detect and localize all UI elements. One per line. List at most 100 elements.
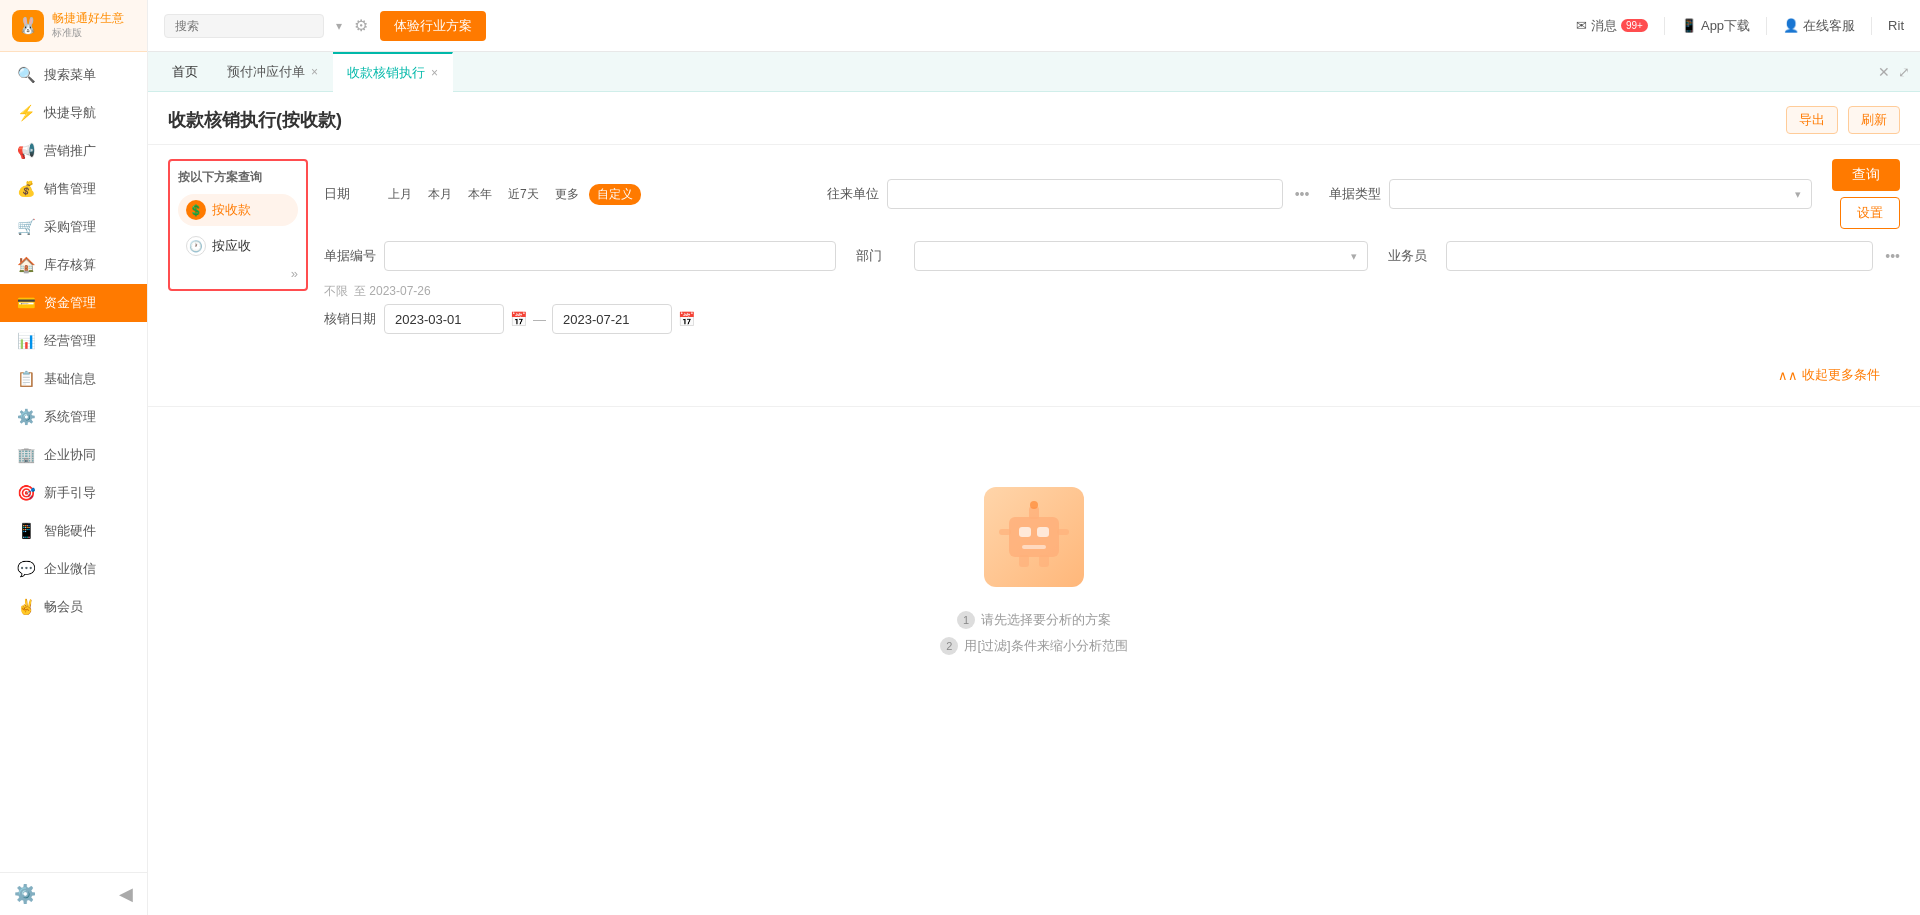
filter-collapse-btn[interactable]: » — [178, 266, 298, 281]
app-icon: 📱 — [1681, 18, 1697, 33]
filter-receipt-icon: 💲 — [186, 200, 206, 220]
sidebar-label-sales: 销售管理 — [44, 180, 96, 198]
tab-expand-icon[interactable]: ⤢ — [1898, 64, 1910, 80]
sidebar-item-operations[interactable]: 📊 经营管理 — [0, 322, 147, 360]
sidebar-item-system[interactable]: ⚙️ 系统管理 — [0, 398, 147, 436]
sidebar-item-purchase[interactable]: 🛒 采购管理 — [0, 208, 147, 246]
verify-date-end-input[interactable] — [552, 304, 672, 334]
messages-label: 消息 — [1591, 17, 1617, 35]
more-date-btn[interactable]: 更多 — [549, 184, 585, 205]
topbar-gear-icon[interactable]: ⚙ — [354, 16, 368, 35]
industry-solution-button[interactable]: 体验行业方案 — [380, 11, 486, 41]
tab-home-label: 首页 — [172, 63, 198, 81]
sidebar-label-marketing: 营销推广 — [44, 142, 96, 160]
sidebar-item-quick-nav[interactable]: ⚡ 快捷导航 — [0, 94, 147, 132]
tab-close-all-icon[interactable]: ✕ — [1878, 64, 1890, 80]
sidebar-bottom: ⚙️ ◀ — [0, 872, 147, 915]
dept-arrow-icon: ▾ — [1351, 250, 1357, 263]
verify-end-cal-icon[interactable]: 📅 — [678, 311, 695, 327]
doctype-select[interactable]: ▾ — [1389, 179, 1812, 209]
date-unlimited-text: 不限 — [324, 283, 348, 300]
staff-more-icon[interactable]: ••• — [1885, 248, 1900, 264]
setting-button[interactable]: 设置 — [1840, 197, 1900, 229]
staff-field: 业务员 ••• — [1388, 241, 1900, 271]
collapse-more-conditions[interactable]: ∧∧ 收起更多条件 — [324, 362, 1900, 392]
sidebar-item-finance[interactable]: 💳 资金管理 — [0, 284, 147, 322]
date-quick-buttons: 上月 本月 本年 近7天 更多 自定义 — [382, 184, 641, 205]
sidebar-item-member[interactable]: ✌️ 畅会员 — [0, 588, 147, 626]
svg-rect-9 — [1039, 555, 1049, 567]
sidebar-item-inventory[interactable]: 🏠 库存核算 — [0, 246, 147, 284]
export-button[interactable]: 导出 — [1786, 106, 1838, 134]
sidebar-nav: 🔍 搜索菜单 ⚡ 快捷导航 📢 营销推广 💰 销售管理 🛒 采购管理 🏠 库存核… — [0, 52, 147, 872]
online-service-button[interactable]: 👤 在线客服 — [1783, 17, 1855, 35]
party-more-icon[interactable]: ••• — [1295, 186, 1310, 202]
date-range-sep: — — [533, 312, 546, 327]
custom-date-btn[interactable]: 自定义 — [589, 184, 641, 205]
query-button[interactable]: 查询 — [1832, 159, 1900, 191]
filter-by-receipt[interactable]: 💲 按收款 — [178, 194, 298, 226]
tab-prepay[interactable]: 预付冲应付单 × — [213, 52, 333, 92]
tab-home[interactable]: 首页 — [158, 52, 213, 92]
tab-receipt-close[interactable]: × — [431, 66, 438, 80]
sidebar-label-quick-nav: 快捷导航 — [44, 104, 96, 122]
empty-robot-illustration — [984, 487, 1084, 587]
staff-input[interactable] — [1446, 241, 1873, 271]
sidebar-label-member: 畅会员 — [44, 598, 83, 616]
sidebar-item-base-info[interactable]: 📋 基础信息 — [0, 360, 147, 398]
sidebar-label-search: 搜索菜单 — [44, 66, 96, 84]
last-7days-btn[interactable]: 近7天 — [502, 184, 545, 205]
sidebar-item-wechat[interactable]: 💬 企业微信 — [0, 550, 147, 588]
date-field: 日期 上月 本月 本年 近7天 更多 自定义 — [324, 184, 807, 205]
sidebar-label-base-info: 基础信息 — [44, 370, 96, 388]
search-section: 按以下方案查询 💲 按收款 🕐 按应收 » — [148, 145, 1920, 407]
sidebar-item-enterprise[interactable]: 🏢 企业协同 — [0, 436, 147, 474]
sidebar-settings-icon[interactable]: ⚙️ — [14, 883, 36, 905]
sidebar-item-smart-hw[interactable]: 📱 智能硬件 — [0, 512, 147, 550]
sidebar-icon-search: 🔍 — [16, 65, 36, 85]
tabs-bar: 首页 预付冲应付单 × 收款核销执行 × ✕ ⤢ — [148, 52, 1920, 92]
filter-by-receivable[interactable]: 🕐 按应收 — [178, 230, 298, 262]
sidebar-icon-marketing: 📢 — [16, 141, 36, 161]
sidebar-label-guide: 新手引导 — [44, 484, 96, 502]
docnum-input[interactable] — [384, 241, 836, 271]
topbar-chevron-icon[interactable]: ▾ — [336, 19, 342, 33]
topbar-search-input[interactable] — [164, 14, 324, 38]
this-year-btn[interactable]: 本年 — [462, 184, 498, 205]
refresh-button[interactable]: 刷新 — [1848, 106, 1900, 134]
form-action-col: 查询 设置 — [1832, 159, 1900, 229]
dept-label: 部门 — [856, 247, 906, 265]
this-month-btn[interactable]: 本月 — [422, 184, 458, 205]
tab-receipt-offset[interactable]: 收款核销执行 × — [333, 52, 453, 92]
doctype-arrow-icon: ▾ — [1795, 188, 1801, 201]
doctype-field: 单据类型 ▾ — [1329, 179, 1812, 209]
tab-prepay-close[interactable]: × — [311, 65, 318, 79]
dept-select[interactable]: ▾ — [914, 241, 1368, 271]
party-input[interactable] — [887, 179, 1283, 209]
filter-receipt-label: 按收款 — [212, 201, 251, 219]
app-download-button[interactable]: 📱 App下载 — [1681, 17, 1750, 35]
sidebar-item-marketing[interactable]: 📢 营销推广 — [0, 132, 147, 170]
tabs-actions: ✕ ⤢ — [1878, 64, 1910, 80]
user-name[interactable]: Rit — [1888, 18, 1904, 33]
logo-title: 畅捷通好生意 — [52, 11, 124, 27]
main-area: ▾ ⚙ 体验行业方案 ✉ 消息 99+ 📱 App下载 👤 在线客服 Rit — [148, 0, 1920, 915]
sidebar-icon-system: ⚙️ — [16, 407, 36, 427]
messages-button[interactable]: ✉ 消息 99+ — [1576, 17, 1648, 35]
last-month-btn[interactable]: 上月 — [382, 184, 418, 205]
verify-date-start-input[interactable] — [384, 304, 504, 334]
sidebar-icon-wechat: 💬 — [16, 559, 36, 579]
search-form: 日期 上月 本月 本年 近7天 更多 自定义 — [324, 159, 1900, 392]
sidebar-icon-finance: 💳 — [16, 293, 36, 313]
sidebar-label-enterprise: 企业协同 — [44, 446, 96, 464]
sidebar-label-system: 系统管理 — [44, 408, 96, 426]
sidebar-icon-quick-nav: ⚡ — [16, 103, 36, 123]
sidebar-label-smart-hw: 智能硬件 — [44, 522, 96, 540]
sidebar-icon-base-info: 📋 — [16, 369, 36, 389]
sidebar-collapse-icon[interactable]: ◀ — [119, 883, 133, 905]
sidebar-item-search[interactable]: 🔍 搜索菜单 — [0, 56, 147, 94]
sidebar-item-guide[interactable]: 🎯 新手引导 — [0, 474, 147, 512]
sidebar-item-sales[interactable]: 💰 销售管理 — [0, 170, 147, 208]
topbar: ▾ ⚙ 体验行业方案 ✉ 消息 99+ 📱 App下载 👤 在线客服 Rit — [148, 0, 1920, 52]
verify-start-cal-icon[interactable]: 📅 — [510, 311, 527, 327]
